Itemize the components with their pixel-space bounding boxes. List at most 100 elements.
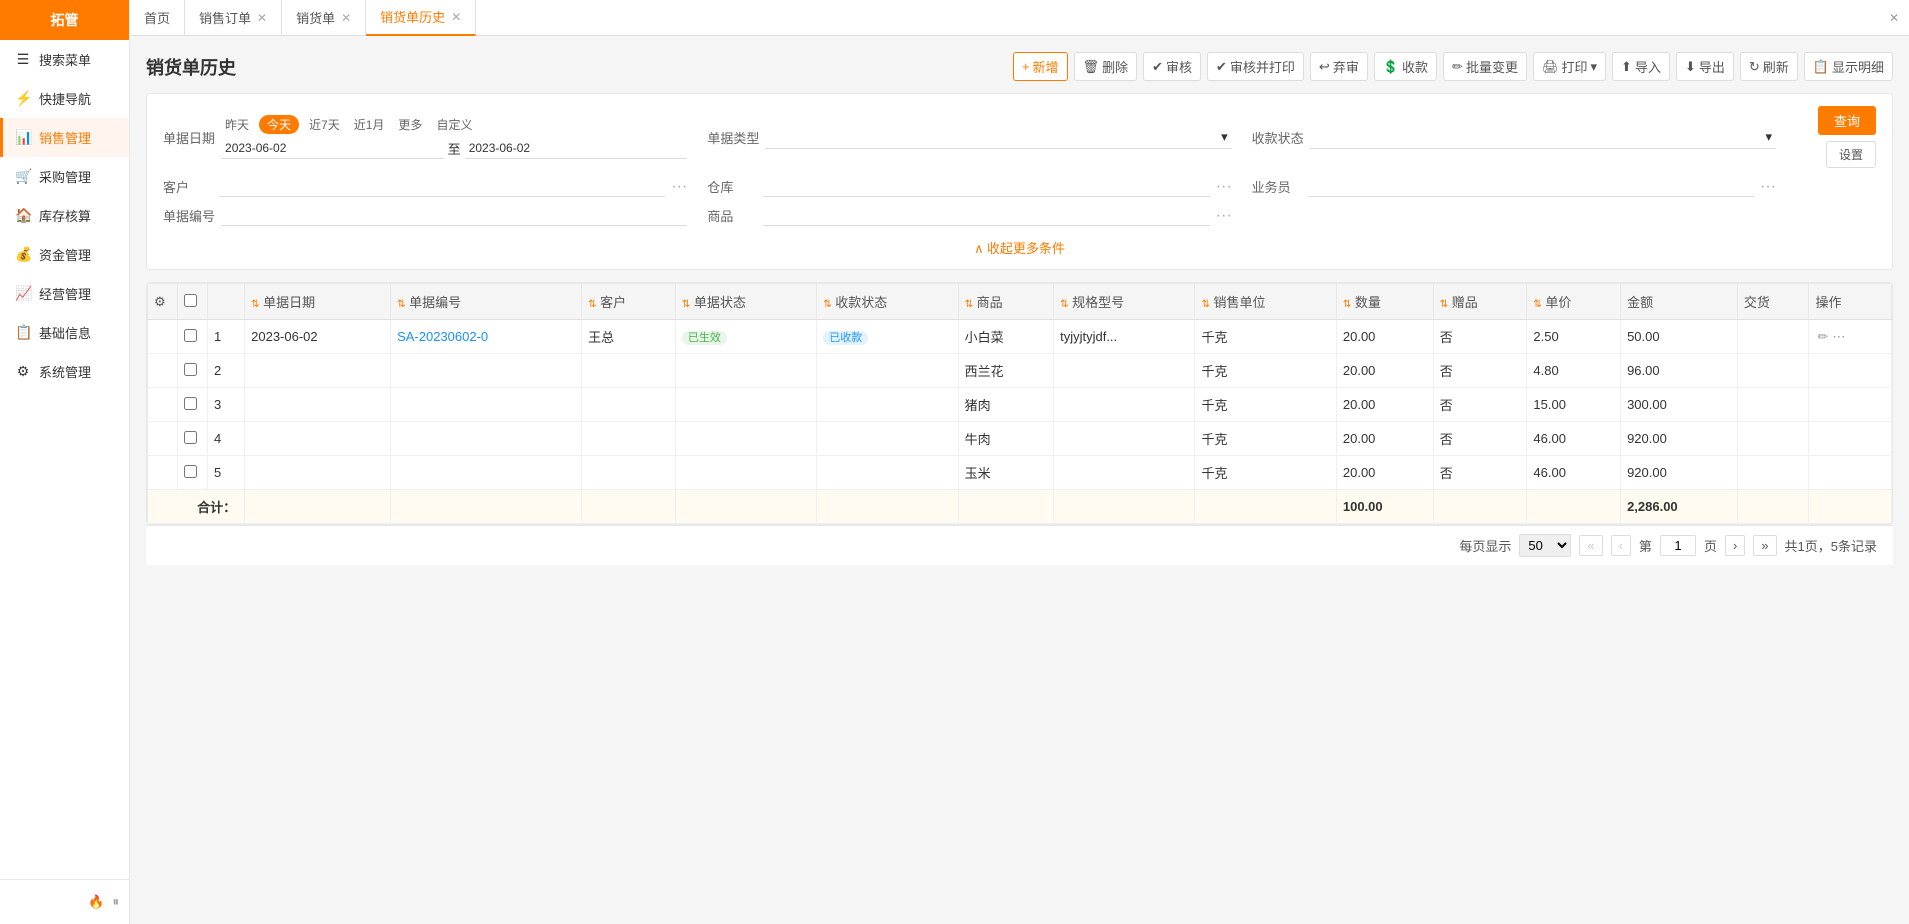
next-page-button[interactable]: ›	[1725, 535, 1745, 556]
cell-row-no: 5	[208, 456, 245, 490]
date-7days[interactable]: 近7天	[305, 115, 344, 134]
tab-sales-goods[interactable]: 销货单 ✕	[282, 0, 366, 36]
audit-button[interactable]: ✔ 审核	[1143, 52, 1201, 81]
sidebar-item-purchase-mgmt[interactable]: 🛒 采购管理	[0, 157, 129, 196]
finance-mgmt-icon: 💰	[15, 246, 31, 263]
date-custom[interactable]: 自定义	[432, 115, 476, 134]
table-footer: 合计： 100.00 2,286.00	[148, 490, 1892, 524]
date-yesterday[interactable]: 昨天	[221, 115, 253, 134]
goods-dots[interactable]: ···	[1216, 207, 1232, 225]
sidebar-item-quick-nav[interactable]: ⚡ 快捷导航	[0, 79, 129, 118]
th-doc-status[interactable]: ⇅ 单据状态	[675, 284, 816, 320]
date-today[interactable]: 今天	[259, 115, 299, 134]
cell-price: 15.00	[1527, 388, 1621, 422]
cell-action[interactable]	[1809, 354, 1892, 388]
th-pay-status[interactable]: ⇅ 收款状态	[817, 284, 958, 320]
more-action-icon[interactable]: ⋯	[1832, 329, 1845, 344]
prev-page-button[interactable]: ‹	[1611, 535, 1631, 556]
th-doc-no[interactable]: ⇅ 单据编号	[391, 284, 582, 320]
th-gift[interactable]: ⇅ 赠品	[1433, 284, 1527, 320]
import-button[interactable]: ⬆ 导入	[1612, 52, 1670, 81]
last-page-button[interactable]: »	[1753, 535, 1776, 556]
sort-spec-icon: ⇅	[1060, 299, 1068, 310]
date-to-input[interactable]	[465, 138, 688, 159]
tab-sales-history-close[interactable]: ✕	[451, 10, 461, 24]
cell-checkbox[interactable]	[178, 320, 208, 354]
delete-icon: 🗑	[1083, 59, 1100, 75]
doc-type-select[interactable]: ▾	[765, 126, 1231, 149]
date-1month[interactable]: 近1月	[350, 115, 389, 134]
sidebar-item-finance-mgmt[interactable]: 💰 资金管理	[0, 235, 129, 274]
th-checkbox[interactable]	[178, 284, 208, 320]
tab-sales-history[interactable]: 销货单历史 ✕	[366, 0, 476, 36]
row-checkbox[interactable]	[184, 363, 197, 376]
delete-button[interactable]: 🗑 删除	[1074, 52, 1138, 81]
staff-input[interactable]	[1308, 176, 1754, 197]
abandon-button[interactable]: ↩ 弃审	[1310, 52, 1368, 81]
tab-close-all[interactable]: ✕	[1879, 11, 1909, 25]
query-button[interactable]: 查询	[1818, 106, 1876, 135]
row-checkbox[interactable]	[184, 329, 197, 342]
sidebar-item-ops-mgmt[interactable]: 📈 经营管理	[0, 274, 129, 313]
date-from-input[interactable]	[221, 138, 444, 159]
export-button[interactable]: ⬇ 导出	[1676, 52, 1734, 81]
warehouse-dots[interactable]: ···	[1216, 178, 1232, 196]
doc-no-input[interactable]	[221, 205, 687, 226]
goods-input[interactable]	[763, 205, 1209, 226]
cell-doc-status	[675, 422, 816, 456]
customer-input[interactable]	[219, 176, 665, 197]
sidebar-item-inventory[interactable]: 🏠 库存核算	[0, 196, 129, 235]
date-more[interactable]: 更多	[394, 115, 426, 134]
tab-home[interactable]: 首页	[130, 0, 185, 36]
row-checkbox[interactable]	[184, 465, 197, 478]
batch-change-button[interactable]: ✏ 批量变更	[1443, 52, 1527, 81]
row-checkbox[interactable]	[184, 431, 197, 444]
audit-print-button[interactable]: ✔ 审核并打印	[1207, 52, 1304, 81]
cell-trade	[1737, 388, 1809, 422]
sidebar-item-search-menu[interactable]: ☰ 搜索菜单	[0, 40, 129, 79]
tab-sales-order-close[interactable]: ✕	[257, 11, 267, 25]
refresh-button[interactable]: ↻ 刷新	[1740, 52, 1798, 81]
print-button[interactable]: 🖨 打印 ▾	[1533, 52, 1606, 81]
sidebar-item-sales-mgmt[interactable]: 📊 销售管理	[0, 118, 129, 157]
customer-dots[interactable]: ···	[671, 178, 687, 196]
cell-action[interactable]	[1809, 456, 1892, 490]
collapse-btn[interactable]: ∧ 收起更多条件	[163, 234, 1876, 257]
payment-status-select[interactable]: ▾	[1310, 126, 1776, 149]
page-size-select[interactable]: 50 20 100 200	[1519, 534, 1571, 557]
collect-button[interactable]: 💲 收款	[1374, 52, 1437, 81]
doc-type-label: 单据类型	[707, 128, 759, 147]
select-all-checkbox[interactable]	[184, 294, 197, 307]
tab-sales-order[interactable]: 销售订单 ✕	[185, 0, 282, 36]
th-price[interactable]: ⇅ 单价	[1527, 284, 1621, 320]
staff-dots[interactable]: ···	[1760, 178, 1776, 196]
th-gear[interactable]: ⚙	[148, 284, 178, 320]
th-spec[interactable]: ⇅ 规格型号	[1054, 284, 1195, 320]
cell-action[interactable]	[1809, 388, 1892, 422]
current-page-input[interactable]	[1660, 535, 1696, 556]
th-qty[interactable]: ⇅ 数量	[1336, 284, 1433, 320]
doc-no-link[interactable]: SA-20230602-0	[397, 329, 488, 344]
cell-checkbox[interactable]	[178, 354, 208, 388]
sidebar-collapse-btn[interactable]: 🔥 ⏸	[0, 888, 129, 916]
cell-checkbox[interactable]	[178, 422, 208, 456]
cell-action[interactable]	[1809, 422, 1892, 456]
first-page-button[interactable]: «	[1579, 535, 1602, 556]
warehouse-input[interactable]	[763, 176, 1209, 197]
th-customer[interactable]: ⇅ 客户	[582, 284, 676, 320]
tab-sales-goods-close[interactable]: ✕	[341, 11, 351, 25]
cell-checkbox[interactable]	[178, 388, 208, 422]
th-doc-date[interactable]: ⇅ 单据日期	[245, 284, 391, 320]
sidebar-item-basic-info[interactable]: 📋 基础信息	[0, 313, 129, 352]
cell-row-no: 3	[208, 388, 245, 422]
show-detail-button[interactable]: 📋 显示明细	[1804, 52, 1893, 81]
sidebar-item-sys-mgmt[interactable]: ⚙ 系统管理	[0, 352, 129, 391]
setting-button[interactable]: 设置	[1826, 141, 1876, 168]
cell-checkbox[interactable]	[178, 456, 208, 490]
cell-action[interactable]: ✏⋯	[1809, 320, 1892, 354]
th-goods[interactable]: ⇅ 商品	[958, 284, 1053, 320]
row-checkbox[interactable]	[184, 397, 197, 410]
edit-action-icon[interactable]: ✏	[1817, 329, 1828, 344]
add-button[interactable]: + 新增	[1013, 52, 1068, 81]
th-unit[interactable]: ⇅ 销售单位	[1195, 284, 1336, 320]
